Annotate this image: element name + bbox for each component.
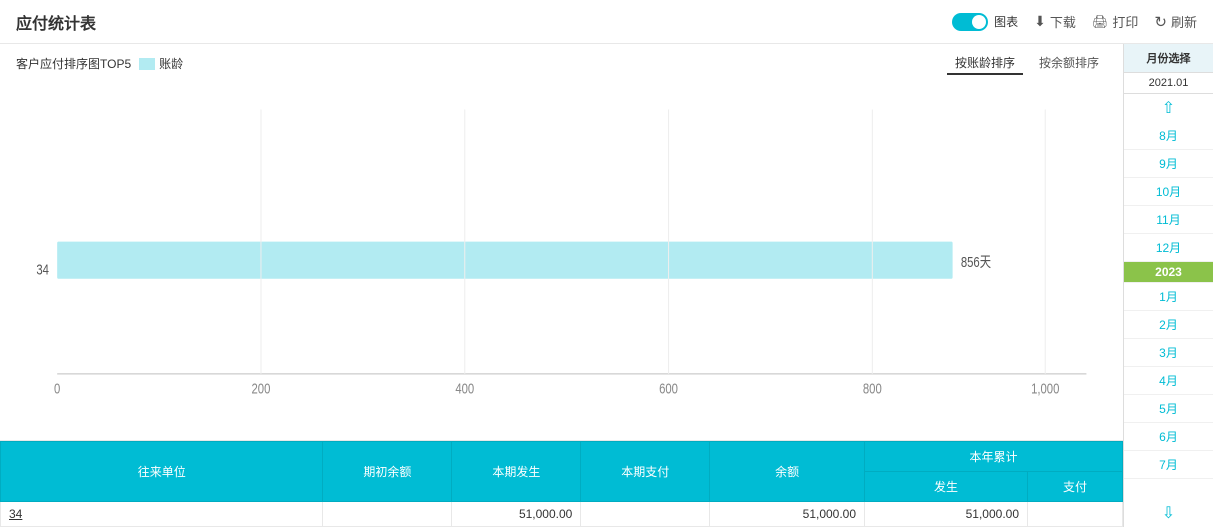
refresh-label: 刷新 — [1171, 12, 1197, 31]
td-balance: 51,000.00 — [710, 502, 865, 527]
chart-toggle-label: 图表 — [994, 13, 1018, 30]
sidebar-month-2[interactable]: 2月 — [1124, 311, 1213, 339]
th-balance: 余额 — [710, 442, 865, 502]
sidebar-month-5[interactable]: 5月 — [1124, 395, 1213, 423]
svg-text:1,000: 1,000 — [1031, 380, 1059, 397]
print-button[interactable]: 打印 — [1092, 12, 1139, 31]
sidebar-month-9[interactable]: 9月 — [1124, 150, 1213, 178]
legend-title: 客户应付排序图TOP5 — [16, 55, 131, 72]
download-button[interactable]: 下载 — [1034, 12, 1076, 31]
unit-link[interactable]: 34 — [9, 507, 22, 521]
th-opening: 期初余额 — [323, 442, 452, 502]
sidebar-scroll[interactable]: 8月 9月 10月 11月 12月 2023 1月 2月 3月 4月 5月 6月… — [1124, 122, 1213, 499]
td-ytd-occur: 51,000.00 — [865, 502, 1028, 527]
td-current-occur: 51,000.00 — [452, 502, 581, 527]
sort-by-amount-btn[interactable]: 按账龄排序 — [947, 52, 1023, 75]
th-ytd-group: 本年累计 — [865, 442, 1123, 472]
chart-toggle-group: 图表 — [952, 13, 1018, 31]
header: 应付统计表 图表 下载 打印 刷新 — [0, 0, 1213, 44]
sidebar-up-btn[interactable]: ⇧ — [1124, 94, 1213, 122]
sidebar-month-8[interactable]: 8月 — [1124, 122, 1213, 150]
refresh-button[interactable]: 刷新 — [1154, 12, 1197, 31]
td-current-pay — [581, 502, 710, 527]
page-title: 应付统计表 — [16, 10, 96, 34]
main-content: 客户应付排序图TOP5 账龄 按账龄排序 按余额排序 34 — [0, 44, 1213, 527]
th-current-pay: 本期支付 — [581, 442, 710, 502]
print-icon — [1092, 14, 1109, 30]
legend-item-label: 账龄 — [159, 55, 183, 72]
th-ytd-occur: 发生 — [865, 472, 1028, 502]
sidebar-down-btn[interactable]: ⇩ — [1124, 499, 1213, 527]
sidebar-header: 月份选择 — [1124, 44, 1213, 73]
th-ytd-pay: 支付 — [1028, 472, 1123, 502]
app-container: 应付统计表 图表 下载 打印 刷新 — [0, 0, 1213, 527]
sidebar-year-badge: 2023 — [1124, 262, 1213, 283]
svg-text:200: 200 — [252, 380, 271, 397]
sidebar-month-6[interactable]: 6月 — [1124, 423, 1213, 451]
refresh-icon — [1154, 13, 1167, 31]
th-current-occur: 本期发生 — [452, 442, 581, 502]
bar-end-label: 856天 — [961, 253, 991, 270]
svg-text:0: 0 — [54, 380, 60, 397]
download-icon — [1034, 13, 1046, 30]
sidebar-month-11[interactable]: 11月 — [1124, 206, 1213, 234]
chart-bar — [57, 242, 952, 279]
data-table: 往来单位 期初余额 本期发生 本期支付 余额 本年累计 发生 支付 — [0, 441, 1123, 527]
header-actions: 图表 下载 打印 刷新 — [952, 12, 1197, 31]
right-sidebar: 月份选择 2021.01 ⇧ 8月 9月 10月 11月 12月 2023 1月… — [1123, 44, 1213, 527]
svg-text:400: 400 — [455, 380, 474, 397]
sidebar-month-10[interactable]: 10月 — [1124, 178, 1213, 206]
td-opening — [323, 502, 452, 527]
chart-svg: 34 856天 0 200 400 600 800 — [16, 83, 1107, 440]
legend-item: 账龄 — [139, 55, 183, 72]
sidebar-month-7[interactable]: 7月 — [1124, 451, 1213, 479]
svg-text:600: 600 — [659, 380, 678, 397]
chart-legend: 客户应付排序图TOP5 账龄 — [16, 55, 183, 72]
table-row: 34 51,000.00 51,000.00 51,000.00 — [1, 502, 1123, 527]
sidebar-month-4[interactable]: 4月 — [1124, 367, 1213, 395]
chart-controls: 客户应付排序图TOP5 账龄 按账龄排序 按余额排序 — [0, 44, 1123, 83]
sidebar-month-1[interactable]: 1月 — [1124, 283, 1213, 311]
th-unit: 往来单位 — [1, 442, 323, 502]
sidebar-year[interactable]: 2021.01 — [1124, 73, 1213, 94]
table-container: 往来单位 期初余额 本期发生 本期支付 余额 本年累计 发生 支付 — [0, 440, 1123, 527]
chart-wrapper: 34 856天 0 200 400 600 800 — [0, 83, 1123, 440]
td-ytd-pay — [1028, 502, 1123, 527]
chart-area: 客户应付排序图TOP5 账龄 按账龄排序 按余额排序 34 — [0, 44, 1123, 527]
sort-by-balance-btn[interactable]: 按余额排序 — [1031, 52, 1107, 75]
sidebar-month-12[interactable]: 12月 — [1124, 234, 1213, 262]
sidebar-month-3[interactable]: 3月 — [1124, 339, 1213, 367]
svg-text:800: 800 — [863, 380, 882, 397]
print-label: 打印 — [1112, 12, 1138, 31]
chart-toggle[interactable] — [952, 13, 988, 31]
td-unit: 34 — [1, 502, 323, 527]
download-label: 下载 — [1050, 12, 1076, 31]
sort-buttons: 按账龄排序 按余额排序 — [947, 52, 1107, 75]
y-axis-label: 34 — [36, 261, 49, 278]
legend-color-box — [139, 58, 155, 70]
